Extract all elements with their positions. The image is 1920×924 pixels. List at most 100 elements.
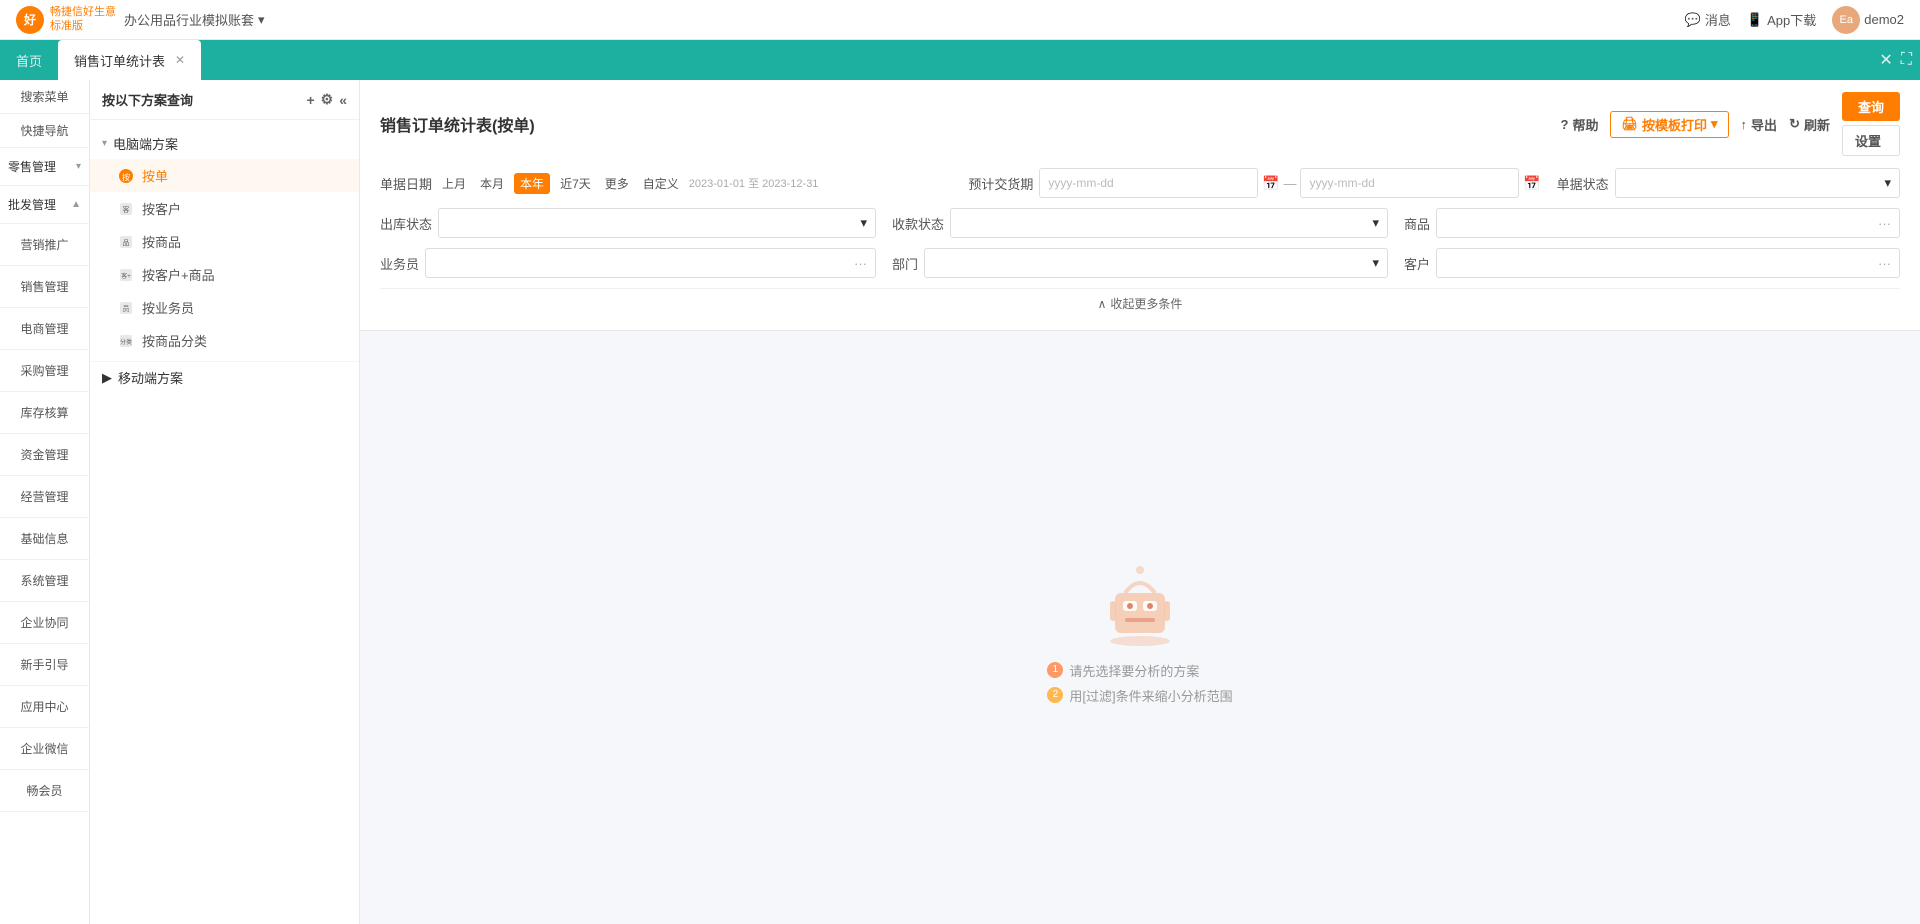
topbar: 好 畅捷信好生意 标准版 办公用品行业模拟账套 ▾ 💬 消息 📱 App下载 E… (0, 0, 1920, 40)
filter-row-1: 单据日期 上月 本月 本年 近7天 更多 自定义 2023-01-01 至 20… (380, 168, 1900, 198)
scheme-item-by-product-category[interactable]: 分类 按商品分类 (90, 324, 359, 357)
sidebar-item-inventory[interactable]: 库存核算 (0, 392, 89, 434)
svg-text:客+: 客+ (121, 272, 131, 280)
sidebar-item-member[interactable]: 畅会员 (0, 770, 89, 812)
more-date-btn[interactable]: 更多 (601, 173, 633, 194)
fullscreen-icon[interactable]: ⛶ (1901, 51, 1912, 69)
expected-date-start[interactable]: yyyy-mm-dd (1039, 168, 1258, 198)
app-download-button[interactable]: 📱 App下载 (1747, 10, 1816, 29)
sidebar-item-newbie[interactable]: 新手引导 (0, 644, 89, 686)
refresh-button[interactable]: ↻ 刷新 (1789, 115, 1830, 134)
scheme-add-icon[interactable]: + (306, 92, 314, 108)
collapse-label: 收起更多条件 (1110, 295, 1182, 312)
sidebar-item-wholesale[interactable]: 批发管理 ▲ (0, 186, 89, 224)
scheme-item-by-customer-product[interactable]: 客+ 按客户+商品 (90, 258, 359, 291)
status-select[interactable]: ▾ (1615, 168, 1900, 198)
scheme-item-by-order[interactable]: 按 按单 (90, 159, 359, 192)
ship-status-arrow: ▾ (860, 215, 867, 231)
wholesale-arrow-icon: ▲ (71, 199, 81, 210)
sidebar-nav[interactable]: 快捷导航 (0, 114, 89, 148)
refresh-icon: ↻ (1789, 116, 1800, 132)
expected-date-item: 预计交货期 yyyy-mm-dd 📅 — yyyy-mm-dd 📅 (968, 168, 1540, 198)
this-year-btn[interactable]: 本年 (514, 173, 550, 194)
settings-label: 设置 (1855, 131, 1881, 150)
collapse-arrow-icon: ∧ (1098, 297, 1107, 311)
print-button[interactable]: 🖨 按模板打印 ▾ (1610, 111, 1728, 138)
scheme-item-by-product[interactable]: 品 按商品 (90, 225, 359, 258)
ship-status-label: 出库状态 (380, 214, 432, 233)
svg-text:分类: 分类 (120, 338, 132, 346)
tabbar-actions: ✕ ⛶ (1879, 50, 1920, 70)
close-all-tabs-icon[interactable]: ✕ (1879, 50, 1892, 70)
logo-icon: 好 (16, 6, 44, 34)
workspace-arrow-icon: ▾ (258, 12, 265, 28)
sidebar-search[interactable]: 搜索菜单 (0, 80, 89, 114)
salesperson-input[interactable]: ··· (425, 248, 876, 278)
help-button[interactable]: ? 帮助 (1561, 115, 1599, 134)
hint-num-2: 2 (1047, 687, 1063, 703)
sidebar: 搜索菜单 快捷导航 零售管理 ▾ 批发管理 ▲ 营销推广 销售管理 电商管理 采 (0, 80, 90, 924)
scheme-settings-icon[interactable]: ⚙ (321, 91, 334, 108)
sidebar-item-basics[interactable]: 基础信息 (0, 518, 89, 560)
scheme-by-salesperson-icon: 员 (118, 300, 134, 316)
sidebar-item-app-center[interactable]: 应用中心 (0, 686, 89, 728)
collapse-filters-button[interactable]: ∧ 收起更多条件 (380, 288, 1900, 318)
tab-home[interactable]: 首页 (0, 40, 58, 80)
scheme-by-customer-product-label: 按客户+商品 (142, 265, 215, 284)
mobile-scheme-section-title[interactable]: ▶ 移动端方案 (90, 361, 359, 393)
print-icon: 🖨 (1621, 116, 1638, 132)
product-label: 商品 (1404, 214, 1430, 233)
expected-date-range: yyyy-mm-dd 📅 — yyyy-mm-dd 📅 (1039, 168, 1540, 198)
salesperson-item: 业务员 ··· (380, 248, 876, 278)
filter-section: 销售订单统计表(按单) ? 帮助 🖨 按模板打印 ▾ ↑ (360, 80, 1920, 331)
sidebar-item-retail[interactable]: 零售管理 ▾ (0, 148, 89, 186)
last7-btn[interactable]: 近7天 (556, 173, 595, 194)
sidebar-item-marketing[interactable]: 营销推广 (0, 224, 89, 266)
scheme-item-by-customer[interactable]: 客 按客户 (90, 192, 359, 225)
sidebar-item-enterprise-wechat[interactable]: 企业微信 (0, 728, 89, 770)
scheme-by-order-label: 按单 (142, 166, 168, 185)
filter-title-row: 销售订单统计表(按单) ? 帮助 🖨 按模板打印 ▾ ↑ (380, 92, 1900, 156)
filter-row-2: 出库状态 ▾ 收款状态 ▾ 商品 (380, 208, 1900, 238)
basics-label: 基础信息 (20, 530, 68, 547)
scheme-item-by-salesperson[interactable]: 员 按业务员 (90, 291, 359, 324)
user-menu[interactable]: Ea demo2 (1832, 6, 1904, 34)
export-button[interactable]: ↑ 导出 (1741, 115, 1778, 134)
scheme-by-product-icon: 品 (118, 234, 134, 250)
messages-button[interactable]: 💬 消息 (1685, 10, 1731, 29)
scheme-collapse-icon[interactable]: « (339, 92, 347, 108)
sidebar-item-finance[interactable]: 资金管理 (0, 434, 89, 476)
department-select[interactable]: ▾ (924, 248, 1388, 278)
hint-text-1: 请先选择要分析的方案 (1069, 661, 1199, 680)
ship-status-select[interactable]: ▾ (438, 208, 876, 238)
customer-input[interactable]: ··· (1436, 248, 1900, 278)
sidebar-item-ecommerce[interactable]: 电商管理 (0, 308, 89, 350)
date-separator: — (1283, 176, 1296, 191)
filter-title-actions: ? 帮助 🖨 按模板打印 ▾ ↑ 导出 ↻ (1561, 92, 1900, 156)
scheme-by-product-category-label: 按商品分类 (142, 331, 207, 350)
expected-date-end[interactable]: yyyy-mm-dd (1300, 168, 1519, 198)
tab-sales-order-stat[interactable]: 销售订单统计表 ✕ (58, 40, 201, 80)
pc-section-label: 电脑端方案 (113, 134, 178, 153)
custom-date-btn[interactable]: 自定义 (639, 173, 683, 194)
sidebar-item-enterprise[interactable]: 企业协同 (0, 602, 89, 644)
workspace-selector[interactable]: 办公用品行业模拟账套 ▾ (124, 10, 265, 29)
settings-button[interactable]: 设置 (1842, 125, 1900, 156)
query-button[interactable]: 查询 (1842, 92, 1900, 121)
payment-status-select[interactable]: ▾ (950, 208, 1388, 238)
last-month-btn[interactable]: 上月 (438, 173, 470, 194)
sidebar-item-sales[interactable]: 销售管理 (0, 266, 89, 308)
status-item: 单据状态 ▾ (1557, 168, 1900, 198)
date-range-display: 2023-01-01 至 2023-12-31 (689, 175, 953, 191)
tabbar: 首页 销售订单统计表 ✕ ✕ ⛶ (0, 40, 1920, 80)
pc-scheme-section-title[interactable]: ▾ 电脑端方案 (90, 128, 359, 159)
tab-close-icon[interactable]: ✕ (175, 53, 185, 67)
sidebar-item-purchase[interactable]: 采购管理 (0, 350, 89, 392)
billing-date-item: 单据日期 上月 本月 本年 近7天 更多 自定义 2023-01-01 至 20… (380, 173, 952, 194)
sidebar-item-system[interactable]: 系统管理 (0, 560, 89, 602)
sidebar-item-operations[interactable]: 经营管理 (0, 476, 89, 518)
this-month-btn[interactable]: 本月 (476, 173, 508, 194)
sales-label: 销售管理 (20, 278, 68, 295)
scheme-panel-actions: + ⚙ « (306, 91, 347, 108)
product-input[interactable]: ··· (1436, 208, 1900, 238)
